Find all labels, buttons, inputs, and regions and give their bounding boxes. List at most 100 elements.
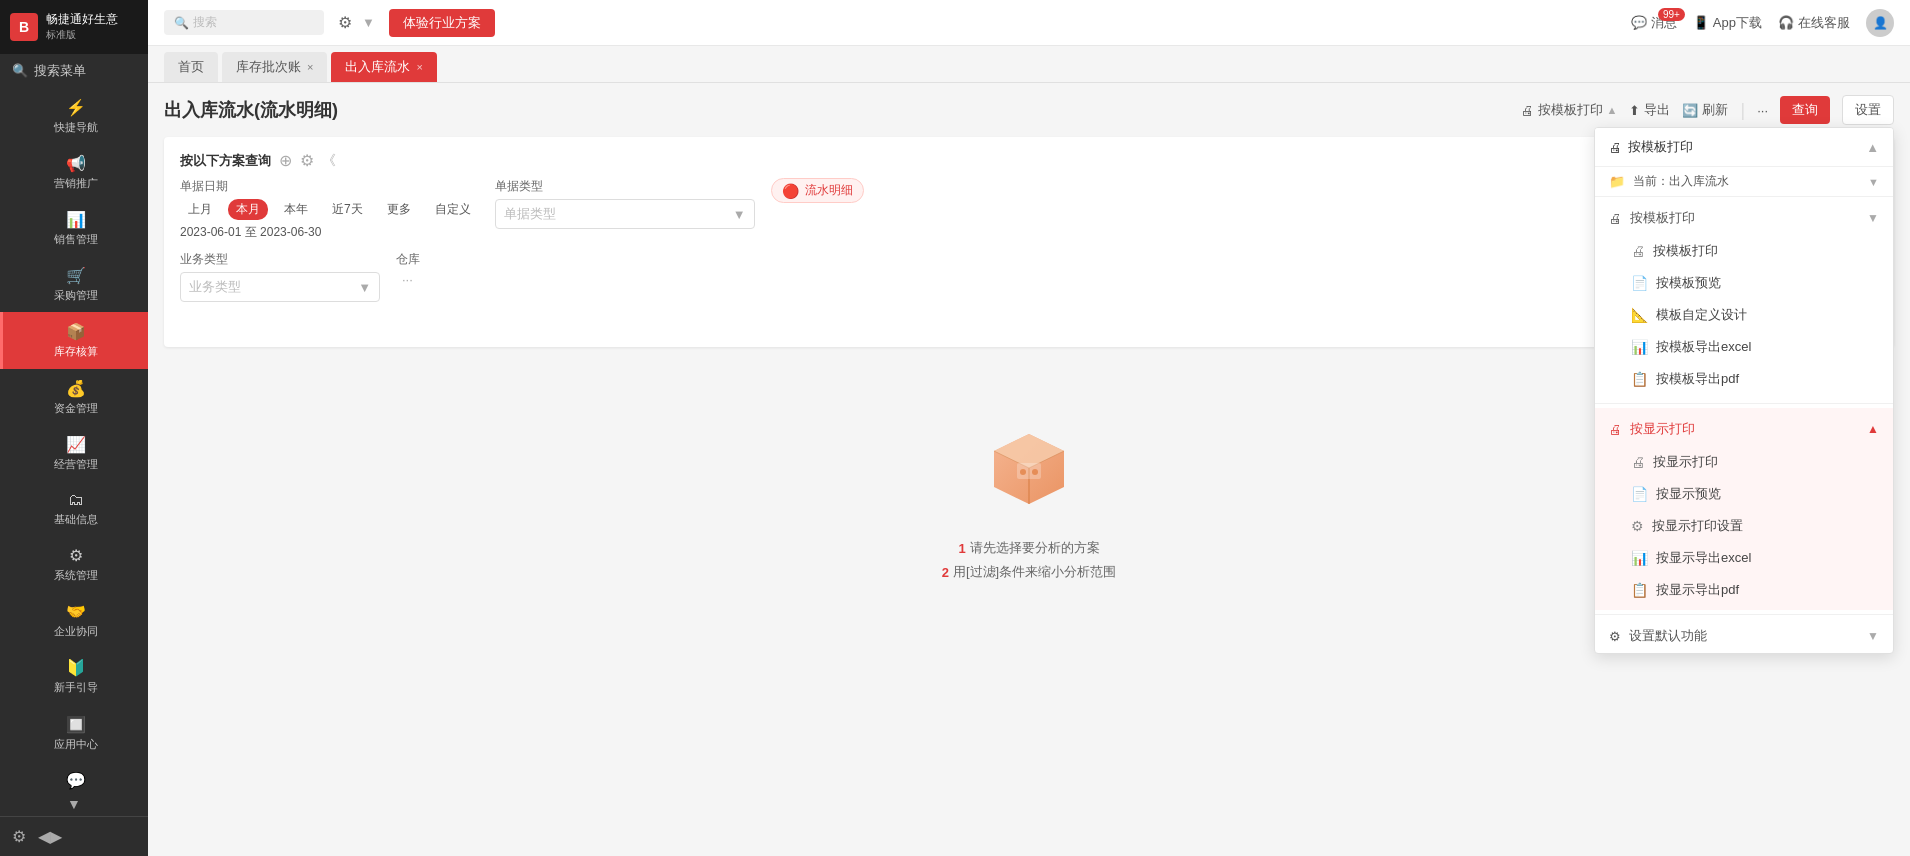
date-tab-last-month[interactable]: 上月 [180, 199, 220, 220]
corp-wechat-icon: 💬 [66, 771, 86, 790]
display-print-section: 🖨 按显示打印 ▲ 🖨 按显示打印 📄 按显示预览 ⚙ 按显示打印设置 [1595, 408, 1893, 610]
sidebar-item-finance[interactable]: 💰 资金管理 [0, 369, 148, 425]
app-download-btn[interactable]: 📱 App下载 [1693, 14, 1762, 32]
topbar: 🔍 搜索 ⚙ ▼ 体验行业方案 💬 消息 99+ 📱 App下载 🎧 在线客服 … [148, 0, 1910, 46]
current-template-chevron: ▼ [1868, 176, 1879, 188]
display-export-excel-item[interactable]: 📊 按显示导出excel [1595, 542, 1893, 574]
date-tab-7days[interactable]: 近7天 [324, 199, 371, 220]
date-tab-this-month[interactable]: 本月 [228, 199, 268, 220]
topbar-chevron[interactable]: ▼ [362, 15, 375, 30]
sidebar-item-corp-collab[interactable]: 🤝 企业协同 [0, 592, 148, 648]
biztype-select[interactable]: 业务类型 ▼ [180, 272, 380, 302]
more-btn[interactable]: ··· [1757, 103, 1768, 118]
svg-point-7 [1032, 469, 1038, 475]
template-custom-item[interactable]: 📐 模板自定义设计 [1595, 299, 1893, 331]
sidebar-item-basics[interactable]: 🗂 基础信息 [0, 481, 148, 536]
settings-btn[interactable]: 设置 [1842, 95, 1894, 125]
sidebar-item-guide[interactable]: 🔰 新手引导 [0, 648, 148, 704]
display-settings-label: 按显示打印设置 [1652, 517, 1743, 535]
operation-icon: 📈 [66, 435, 86, 454]
template-preview-label: 按模板预览 [1656, 274, 1721, 292]
basics-icon: 🗂 [68, 491, 84, 509]
message-btn[interactable]: 💬 消息 99+ [1631, 14, 1677, 32]
system-icon: ⚙ [69, 546, 83, 565]
template-print-item-label: 按模板打印 [1653, 242, 1718, 260]
display-print-section-header[interactable]: 🖨 按显示打印 ▲ [1595, 412, 1893, 446]
filter-add-btn[interactable]: ⊕ [279, 151, 292, 170]
sales-icon: 📊 [66, 210, 86, 229]
tab-batch-account-close[interactable]: × [307, 61, 313, 73]
display-print-settings-item[interactable]: ⚙ 按显示打印设置 [1595, 510, 1893, 542]
sidebar-item-quick-nav[interactable]: ⚡ 快捷导航 [0, 88, 148, 144]
display-export-pdf-item[interactable]: 📋 按显示导出pdf [1595, 574, 1893, 606]
sidebar-item-inventory[interactable]: 📦 库存核算 [0, 312, 148, 368]
tab-home-label: 首页 [178, 58, 204, 76]
topbar-right: 💬 消息 99+ 📱 App下载 🎧 在线客服 👤 [1631, 9, 1894, 37]
set-default-icon: ⚙ [1609, 629, 1621, 644]
sidebar-item-corp-wechat[interactable]: 💬 企业微信 [0, 761, 148, 792]
sidebar-item-system[interactable]: ⚙ 系统管理 [0, 536, 148, 592]
filter-tag-area: 🔴 流水明细 [771, 178, 864, 205]
tab-inout-flow-close[interactable]: × [416, 61, 422, 73]
display-print-section-label: 按显示打印 [1630, 420, 1695, 438]
sidebar-item-purchase[interactable]: 🛒 采购管理 [0, 256, 148, 312]
date-tab-this-year[interactable]: 本年 [276, 199, 316, 220]
template-section-chevron: ▼ [1867, 211, 1879, 225]
refresh-label: 刷新 [1702, 101, 1728, 119]
filter-collapse-left-btn[interactable]: 《 [322, 152, 336, 170]
doctype-select[interactable]: 单据类型 ▼ [495, 199, 755, 229]
display-print-item[interactable]: 🖨 按显示打印 [1595, 446, 1893, 478]
template-export-pdf-icon: 📋 [1631, 371, 1648, 387]
set-default-row[interactable]: ⚙ 设置默认功能 ▼ [1595, 619, 1893, 653]
template-preview-item[interactable]: 📄 按模板预览 [1595, 267, 1893, 299]
template-export-pdf-item[interactable]: 📋 按模板导出pdf [1595, 363, 1893, 395]
page-header: 出入库流水(流水明细) 🖨 按模板打印 ▲ ⬆ 导出 🔄 刷新 | ··· [164, 95, 1894, 125]
user-avatar[interactable]: 👤 [1866, 9, 1894, 37]
sidebar-search[interactable]: 🔍 搜索菜单 [0, 54, 148, 88]
app-name: 畅捷通好生意 [46, 12, 118, 28]
tab-batch-account[interactable]: 库存批次账 × [222, 52, 327, 82]
scroll-down-indicator[interactable]: ▼ [0, 792, 148, 816]
doctype-chevron-icon: ▼ [733, 207, 746, 222]
date-tab-custom[interactable]: 自定义 [427, 199, 479, 220]
print-label: 按模板打印 [1538, 101, 1603, 119]
sidebar-item-sales[interactable]: 📊 销售管理 [0, 200, 148, 256]
dropdown-title: 🖨 按模板打印 [1609, 138, 1693, 156]
filter-settings-btn[interactable]: ⚙ [300, 151, 314, 170]
warehouse-more-btn[interactable]: ··· [402, 272, 413, 287]
sidebar-item-marketing[interactable]: 📢 营销推广 [0, 144, 148, 200]
tab-home[interactable]: 首页 [164, 52, 218, 82]
more-icon: ··· [1757, 103, 1768, 118]
dropdown-header: 🖨 按模板打印 ▲ [1595, 128, 1893, 167]
query-btn[interactable]: 查询 [1780, 96, 1830, 124]
date-tab-more[interactable]: 更多 [379, 199, 419, 220]
date-range-display: 2023-06-01 至 2023-06-30 [180, 224, 479, 241]
biztype-chevron-icon: ▼ [358, 280, 371, 295]
app-download-label: App下载 [1713, 14, 1762, 32]
template-export-excel-item[interactable]: 📊 按模板导出excel [1595, 331, 1893, 363]
app-logo-icon: B [10, 13, 38, 41]
filter-active-tag[interactable]: 🔴 流水明细 [771, 178, 864, 203]
topbar-search-box[interactable]: 🔍 搜索 [164, 10, 324, 35]
template-print-section-header[interactable]: 🖨 按模板打印 ▼ [1595, 201, 1893, 235]
topbar-settings-btn[interactable]: ⚙ [338, 13, 352, 32]
app-version: 标准版 [46, 28, 118, 42]
sidebar-item-app-center[interactable]: 🔲 应用中心 [0, 705, 148, 761]
tab-inout-flow[interactable]: 出入库流水 × [331, 52, 436, 82]
print-template-btn[interactable]: 🖨 按模板打印 ▲ [1521, 101, 1618, 119]
export-btn[interactable]: ⬆ 导出 [1629, 101, 1670, 119]
settings-bottom-btn[interactable]: ⚙ [12, 827, 26, 846]
sidebar-collapse-btn[interactable]: ◀▶ [38, 827, 62, 846]
service-icon: 🎧 [1778, 15, 1794, 30]
display-preview-item[interactable]: 📄 按显示预览 [1595, 478, 1893, 510]
trial-industry-button[interactable]: 体验行业方案 [389, 9, 495, 37]
set-default-chevron: ▼ [1867, 629, 1879, 643]
online-service-btn[interactable]: 🎧 在线客服 [1778, 14, 1850, 32]
dropdown-collapse-btn[interactable]: ▲ [1866, 140, 1879, 155]
refresh-btn[interactable]: 🔄 刷新 [1682, 101, 1728, 119]
svg-point-6 [1020, 469, 1026, 475]
sidebar-search-label: 搜索菜单 [34, 62, 86, 80]
dropdown-divider-2 [1595, 614, 1893, 615]
template-print-item[interactable]: 🖨 按模板打印 [1595, 235, 1893, 267]
sidebar-item-operation[interactable]: 📈 经营管理 [0, 425, 148, 481]
